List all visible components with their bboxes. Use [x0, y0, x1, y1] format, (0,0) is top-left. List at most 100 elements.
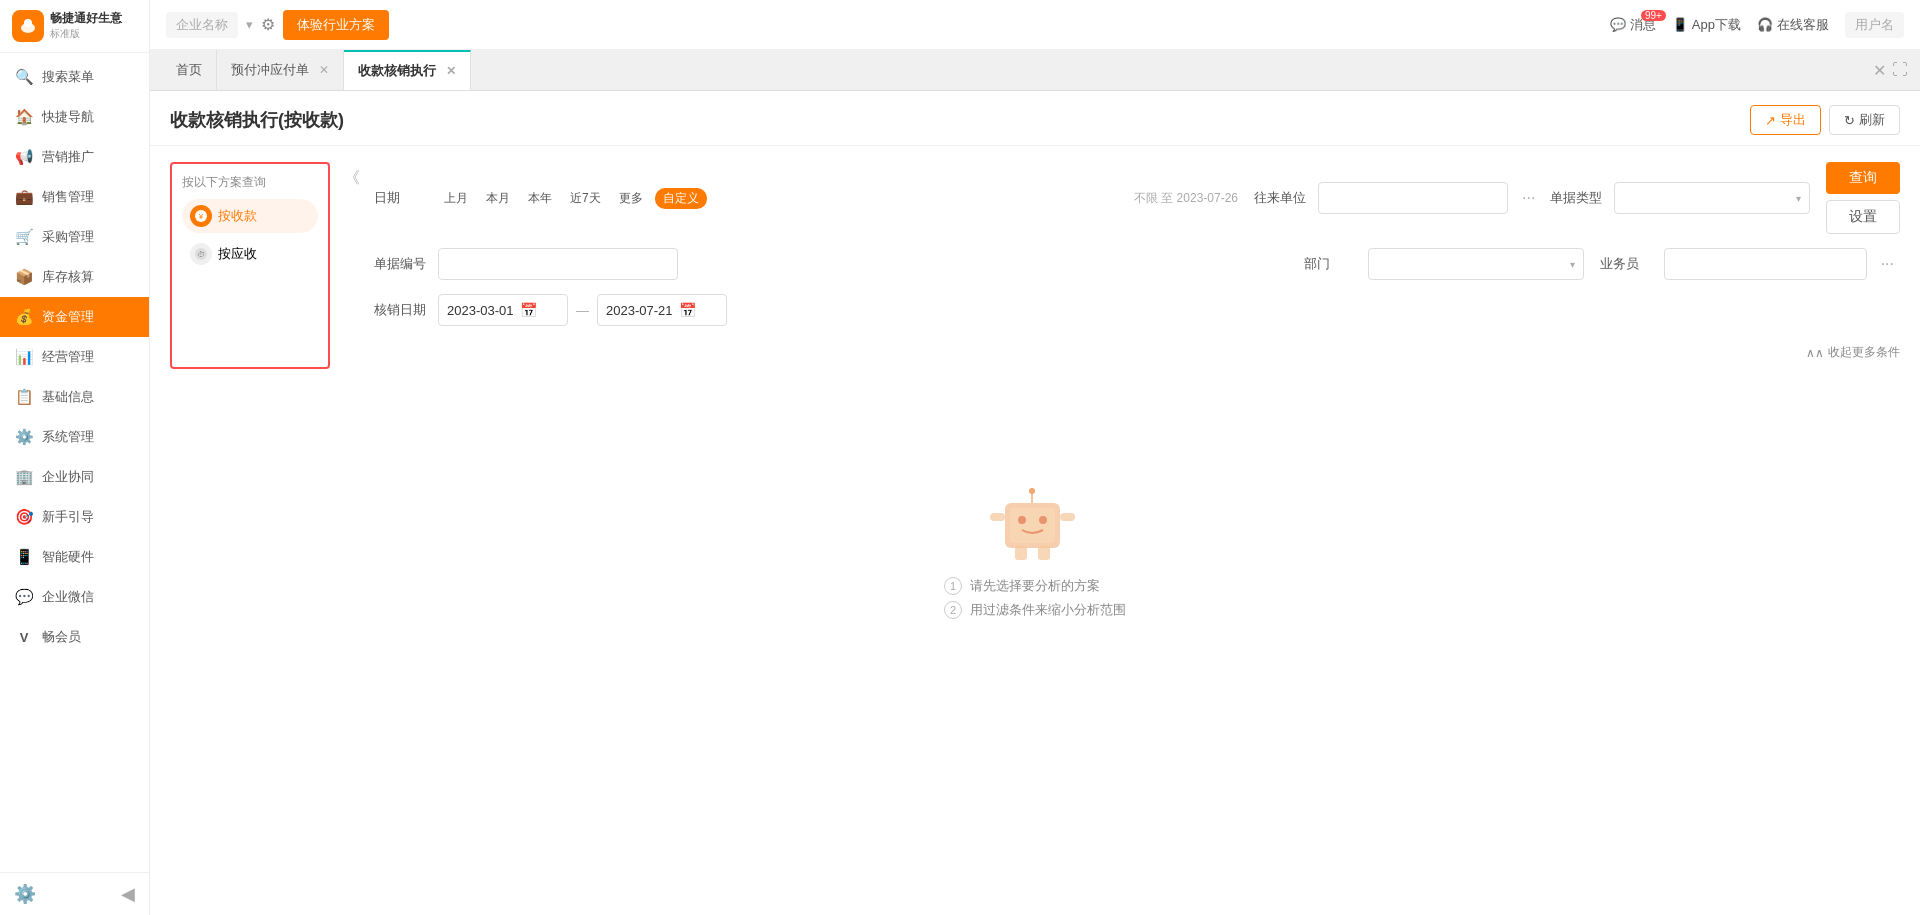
- refresh-button[interactable]: ↻ 刷新: [1829, 105, 1900, 135]
- export-button[interactable]: ↗ 导出: [1750, 105, 1821, 135]
- sidebar-item-inventory[interactable]: 📦 库存核算: [0, 257, 149, 297]
- sidebar-item-operation[interactable]: 📊 经营管理: [0, 337, 149, 377]
- tab-prepay[interactable]: 预付冲应付单 ✕: [217, 50, 344, 90]
- tab-prepay-close[interactable]: ✕: [319, 63, 329, 77]
- verify-date-end-calendar[interactable]: 📅: [679, 302, 696, 318]
- verify-date-start-calendar[interactable]: 📅: [520, 302, 537, 318]
- sidebar-item-wechat[interactable]: 💬 企业微信: [0, 577, 149, 617]
- header-actions: ↗ 导出 ↻ 刷新: [1750, 105, 1900, 135]
- app-download-link[interactable]: 📱 App下载: [1672, 16, 1741, 34]
- messages-badge: 99+: [1641, 10, 1666, 21]
- tip-num-1: 1: [944, 577, 962, 595]
- verify-date-start-wrap: 2023-03-01 📅: [438, 294, 568, 326]
- date-chip-more[interactable]: 更多: [613, 188, 649, 209]
- bill-no-input[interactable]: [438, 248, 678, 280]
- vip-icon: V: [14, 627, 34, 647]
- collapse-sidebar-icon[interactable]: ◀: [121, 883, 135, 905]
- sidebar-item-label: 销售管理: [42, 188, 94, 206]
- settings-bottom-icon[interactable]: ⚙️: [14, 883, 36, 905]
- filter-panel-collapse[interactable]: 《: [342, 168, 362, 189]
- system-icon: ⚙️: [14, 427, 34, 447]
- sidebar-item-system[interactable]: ⚙️ 系统管理: [0, 417, 149, 457]
- date-chip-last-month[interactable]: 上月: [438, 188, 474, 209]
- logo-area: 畅捷通好生意 标准版: [0, 0, 149, 53]
- sidebar-item-vip[interactable]: V 畅会员: [0, 617, 149, 657]
- sidebar-item-basic-info[interactable]: 📋 基础信息: [0, 377, 149, 417]
- bill-type-label: 单据类型: [1550, 189, 1606, 207]
- dept-select[interactable]: ▾: [1368, 248, 1584, 280]
- app-download-label: App下载: [1692, 16, 1741, 34]
- query-button[interactable]: 查询: [1826, 162, 1900, 194]
- partner-input[interactable]: [1318, 182, 1508, 214]
- query-form: 日期 上月 本月 本年 近7天 更多 自定义 不限 至 2023-07-26: [374, 162, 1900, 369]
- online-service-label: 在线客服: [1777, 16, 1829, 34]
- guide-icon: 🎯: [14, 507, 34, 527]
- empty-illustration: [975, 465, 1095, 565]
- empty-tip-1: 1 请先选择要分析的方案: [944, 577, 1126, 595]
- industry-solution-button[interactable]: 体验行业方案: [283, 10, 389, 40]
- bill-type-select[interactable]: ▾: [1614, 182, 1810, 214]
- service-icon: 🎧: [1757, 17, 1773, 32]
- date-label: 日期: [374, 189, 430, 207]
- svg-rect-7: [1010, 508, 1055, 543]
- sidebar-item-finance[interactable]: 💰 资金管理: [0, 297, 149, 337]
- date-chip-7days[interactable]: 近7天: [564, 188, 607, 209]
- sidebar-item-quick-nav[interactable]: 🏠 快捷导航: [0, 97, 149, 137]
- tabbar-actions: ✕ ⛶: [1873, 61, 1908, 80]
- staff-input[interactable]: [1664, 248, 1867, 280]
- filter-option-by-receivable[interactable]: ⏱ 按应收: [182, 237, 318, 271]
- messages-button[interactable]: 💬 消息 99+: [1610, 16, 1656, 34]
- page-title: 收款核销执行(按收款): [170, 108, 344, 132]
- staff-dots-button[interactable]: ···: [1875, 255, 1900, 273]
- sidebar-item-search[interactable]: 🔍 搜索菜单: [0, 57, 149, 97]
- verify-date-field: 核销日期 2023-03-01 📅 — 2023-07-21 📅: [374, 294, 1900, 326]
- logo-sub: 标准版: [50, 27, 122, 41]
- partner-dots-button[interactable]: ···: [1516, 189, 1541, 207]
- expand-tab-button[interactable]: ⛶: [1892, 61, 1908, 80]
- date-chip-this-year[interactable]: 本年: [522, 188, 558, 209]
- svg-point-8: [1018, 516, 1026, 524]
- empty-tip-1-text: 请先选择要分析的方案: [970, 577, 1100, 595]
- tab-receipt-verify-close[interactable]: ✕: [446, 64, 456, 78]
- sidebar-item-label: 营销推广: [42, 148, 94, 166]
- sidebar-item-marketing[interactable]: 📢 营销推广: [0, 137, 149, 177]
- svg-rect-14: [1015, 546, 1027, 560]
- sidebar-item-hardware[interactable]: 📱 智能硬件: [0, 537, 149, 577]
- tab-home[interactable]: 首页: [162, 50, 217, 90]
- date-chip-custom[interactable]: 自定义: [655, 188, 707, 209]
- sidebar-item-label: 企业微信: [42, 588, 94, 606]
- sidebar-item-label: 库存核算: [42, 268, 94, 286]
- query-row-1: 日期 上月 本月 本年 近7天 更多 自定义 不限 至 2023-07-26: [374, 162, 1900, 234]
- verify-date-range: 2023-03-01 📅 — 2023-07-21 📅: [438, 294, 727, 326]
- wechat-icon: 💬: [14, 587, 34, 607]
- date-chip-this-month[interactable]: 本月: [480, 188, 516, 209]
- sidebar-item-sales[interactable]: 💼 销售管理: [0, 177, 149, 217]
- sidebar-bottom: ⚙️ ◀: [0, 872, 149, 915]
- filter-option-by-receipt[interactable]: ¥ 按收款: [182, 199, 318, 233]
- sidebar-item-enterprise[interactable]: 🏢 企业协同: [0, 457, 149, 497]
- svg-rect-15: [1038, 546, 1050, 560]
- svg-text:¥: ¥: [198, 212, 204, 221]
- user-profile[interactable]: 用户名: [1845, 12, 1904, 38]
- query-row-2: 单据编号 部门 ▾ 业务员: [374, 248, 1900, 280]
- tip-num-2: 2: [944, 601, 962, 619]
- settings-gear-icon[interactable]: ⚙: [261, 15, 275, 34]
- bill-type-field: 单据类型 ▾: [1550, 182, 1810, 214]
- sidebar-item-purchase[interactable]: 🛒 采购管理: [0, 217, 149, 257]
- page-content: 收款核销执行(按收款) ↗ 导出 ↻ 刷新 按以下方案查询: [150, 91, 1920, 915]
- online-service-link[interactable]: 🎧 在线客服: [1757, 16, 1829, 34]
- receipt-filter-icon: ¥: [190, 205, 212, 227]
- collapse-conditions-button[interactable]: ∧∧ 收起更多条件: [1806, 344, 1900, 361]
- tabbar: 首页 预付冲应付单 ✕ 收款核销执行 ✕ ✕ ⛶: [150, 50, 1920, 91]
- close-tab-button[interactable]: ✕: [1873, 61, 1886, 80]
- receivable-filter-icon: ⏱: [190, 243, 212, 265]
- sidebar-item-guide[interactable]: 🎯 新手引导: [0, 497, 149, 537]
- collapse-bar: ∧∧ 收起更多条件: [374, 340, 1900, 369]
- filter-panel: 按以下方案查询 ¥ 按收款 ⏱ 按应收: [170, 162, 330, 369]
- marketing-icon: 📢: [14, 147, 34, 167]
- topbar-right: 💬 消息 99+ 📱 App下载 🎧 在线客服 用户名: [1610, 12, 1904, 38]
- topbar-dropdown-arrow[interactable]: ▾: [246, 17, 253, 32]
- tab-receipt-verify[interactable]: 收款核销执行 ✕: [344, 50, 471, 90]
- hardware-icon: 📱: [14, 547, 34, 567]
- setting-button[interactable]: 设置: [1826, 200, 1900, 234]
